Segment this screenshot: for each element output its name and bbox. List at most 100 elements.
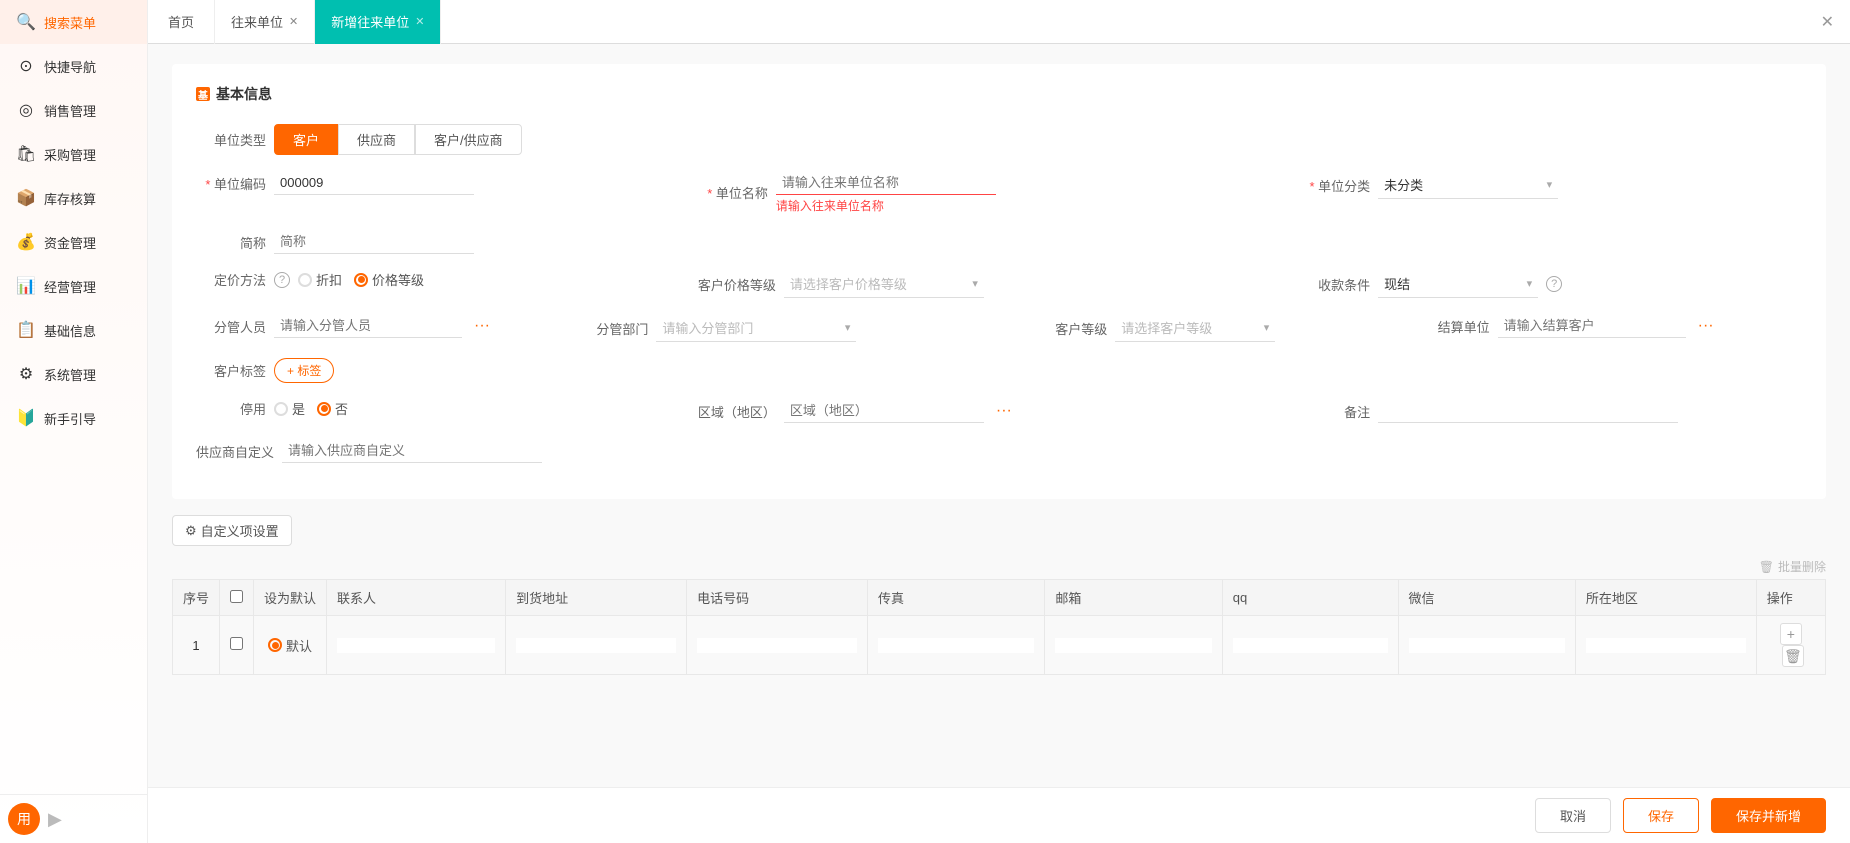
window-close-button[interactable]: ✕ [1805,12,1850,32]
region-label: 区域（地区） [698,402,776,421]
save-button[interactable]: 保存 [1623,798,1699,833]
operation-icon: 📊 [16,276,36,296]
td-fax [868,616,1045,675]
unit-type-group-container: 单位类型 客户 供应商 客户/供应商 [196,124,1802,155]
add-tag-button[interactable]: + 标签 [274,358,334,383]
basic-icon: 📋 [16,320,36,340]
unit-type-both[interactable]: 客户/供应商 [415,124,522,155]
radio-default-dot [272,642,279,649]
settlement-input[interactable] [1498,314,1686,338]
tab-home[interactable]: 首页 [148,0,215,44]
wechat-input[interactable] [1409,638,1565,653]
pricing-method-group: 定价方法 ? 折扣 价格等级 [196,270,698,289]
unit-type-customer[interactable]: 客户 [274,124,338,155]
select-all-checkbox[interactable] [230,590,243,603]
payment-terms-group: 收款条件 现结 ▾ ? [1300,270,1802,298]
sidebar-item-inventory[interactable]: 📦 库存核算 [0,176,147,220]
customer-level-select[interactable]: 请选择客户等级 ▾ [1115,314,1275,342]
search-icon: 🔍 [16,12,36,32]
form-block: 基 基本信息 单位类型 客户 供应商 客户/供应商 单位编码 [172,64,1826,499]
batch-delete-label[interactable]: 批量删除 [1778,558,1826,575]
department-select[interactable]: 请输入分管部门 ▾ [656,314,856,342]
customer-price-select[interactable]: 请选择客户价格等级 ▾ [784,270,984,298]
section-title-text: 基本信息 [216,84,272,104]
radio-yes[interactable]: 是 [274,399,305,418]
th-wechat: 微信 [1398,580,1575,616]
address-input[interactable] [516,638,676,653]
sidebar-label-sales: 销售管理 [44,101,96,120]
short-name-input[interactable] [274,230,474,254]
sidebar-bottom: 用 ▶ [0,794,147,843]
tab-partners[interactable]: 往来单位 ✕ [215,0,315,44]
department-chevron: ▾ [845,321,851,334]
td-email [1045,616,1222,675]
tab-new-partner[interactable]: 新增往来单位 ✕ [315,0,441,44]
manager-input[interactable] [274,314,462,338]
contact-input[interactable] [337,638,495,653]
sidebar-item-sales[interactable]: ◎ 销售管理 [0,88,147,132]
remark-group: 备注 [1300,399,1802,423]
th-fax: 传真 [868,580,1045,616]
area-input[interactable] [1586,638,1746,653]
region-input[interactable] [784,399,984,423]
sidebar-item-search[interactable]: 🔍 搜索菜单 [0,0,147,44]
radio-discount[interactable]: 折扣 [298,270,342,289]
payment-help-icon[interactable]: ? [1546,276,1562,292]
save-new-button[interactable]: 保存并新增 [1711,798,1826,833]
radio-yes-circle [274,402,288,416]
email-input[interactable] [1055,638,1211,653]
qq-input[interactable] [1233,638,1388,653]
payment-terms-label: 收款条件 [1300,275,1370,294]
add-row-button[interactable]: + [1780,623,1802,645]
sidebar-label-guide: 新手引导 [44,409,96,428]
settlement-more-btn[interactable]: ··· [1694,317,1718,335]
sidebar-item-guide[interactable]: 🔰 新手引导 [0,396,147,440]
unit-code-group: 单位编码 [196,171,698,195]
radio-no[interactable]: 否 [317,399,348,418]
custom-settings-button[interactable]: ⚙ 自定义项设置 [172,515,292,546]
tab-partners-close[interactable]: ✕ [289,15,298,28]
sidebar-item-quicknav[interactable]: ⊙ 快捷导航 [0,44,147,88]
sidebar-item-operation[interactable]: 📊 经营管理 [0,264,147,308]
cancel-button[interactable]: 取消 [1535,798,1611,833]
manager-more-btn[interactable]: ··· [470,317,494,335]
supplier-custom-group: 供应商自定义 [196,439,1802,463]
unit-code-input[interactable] [274,171,474,195]
tabbar: 首页 往来单位 ✕ 新增往来单位 ✕ ✕ [148,0,1850,44]
payment-terms-select[interactable]: 现结 ▾ [1378,270,1538,298]
unit-name-error: 请输入往来单位名称 [776,197,996,214]
phone-input[interactable] [697,638,857,653]
batch-delete-container: 🗑 批量删除 [172,558,1826,575]
remark-input[interactable] [1378,399,1678,423]
sidebar-item-purchase[interactable]: 🛍 采购管理 [0,132,147,176]
th-email: 邮箱 [1045,580,1222,616]
td-qq [1222,616,1398,675]
unit-name-input[interactable] [776,171,996,195]
th-seq: 序号 [173,580,220,616]
manager-label: 分管人员 [196,317,266,336]
fax-input[interactable] [878,638,1034,653]
pricing-row: 定价方法 ? 折扣 价格等级 [196,270,1802,298]
section-icon: 基 [196,87,210,101]
customer-price-chevron: ▾ [972,277,978,290]
td-default: 默认 [254,616,327,675]
table-row: 1 默认 [173,616,1826,675]
unit-type-label: 单位类型 [196,130,266,149]
sidebar-item-finance[interactable]: 💰 资金管理 [0,220,147,264]
row-checkbox[interactable] [230,637,243,650]
table-header-row: 序号 设为默认 联系人 到货地址 电话号码 传真 邮箱 qq 微信 所在地区 操… [173,580,1826,616]
unit-category-select[interactable]: 未分类 ▾ [1378,171,1558,199]
td-contact [327,616,506,675]
pricing-help-icon[interactable]: ? [274,272,290,288]
radio-default[interactable]: 默认 [264,636,316,655]
pricing-method-label: 定价方法 [196,270,266,289]
radio-price-level[interactable]: 价格等级 [354,270,424,289]
sidebar-item-basic[interactable]: 📋 基础信息 [0,308,147,352]
td-checkbox [220,616,254,675]
supplier-custom-input[interactable] [282,439,542,463]
sidebar-item-system[interactable]: ⚙ 系统管理 [0,352,147,396]
delete-row-button[interactable]: 🗑 [1782,645,1804,667]
region-more-btn[interactable]: ··· [992,402,1016,420]
unit-type-supplier[interactable]: 供应商 [338,124,415,155]
tab-new-partner-close[interactable]: ✕ [415,15,424,28]
